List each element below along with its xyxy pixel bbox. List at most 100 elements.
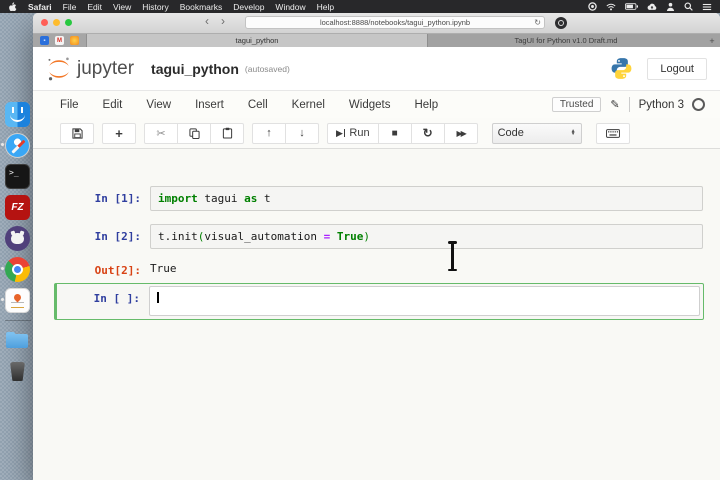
dock-item-chrome[interactable] [1,257,30,282]
cloud-icon[interactable] [647,3,657,11]
notification-center-icon[interactable] [702,3,712,11]
address-bar-url: localhost:8888/notebooks/tagui_python.ip… [319,18,471,27]
user-switch-icon[interactable] [666,2,675,11]
jupyter-brand[interactable]: jupyter [77,58,134,80]
menubar-item-develop[interactable]: Develop [233,2,264,12]
menu-cell[interactable]: Cell [248,99,268,111]
interrupt-kernel-button[interactable]: ■ [377,122,412,144]
close-window-button[interactable] [41,19,48,26]
command-palette-button[interactable] [595,122,630,144]
selected-empty-cell[interactable]: In [ ]: [54,283,704,320]
input-prompt: In [ ]: [93,292,140,305]
restart-icon: ↻ [422,126,433,140]
menu-edit[interactable]: Edit [103,99,123,111]
pinned-tabs: ▪ M [33,34,87,47]
dock-item-github[interactable] [5,226,30,251]
zoom-window-button[interactable] [65,19,72,26]
minimize-window-button[interactable] [53,19,60,26]
dock-item-finder[interactable] [5,102,30,127]
menubar-item-window[interactable]: Window [275,2,305,12]
back-button[interactable]: ‹ [205,14,209,28]
menubar-item-edit[interactable]: Edit [87,2,102,12]
menu-insert[interactable]: Insert [195,99,224,111]
copy-icon [188,127,200,139]
notebook-menubar: File Edit View Insert Cell Kernel Widget… [33,91,720,118]
extension-button[interactable] [555,17,567,29]
record-circle-icon[interactable] [588,2,597,11]
code-input-area[interactable]: import tagui as t [150,186,703,211]
cell-type-dropdown[interactable]: Code ▲ ▼ [491,122,582,144]
macos-menubar: Safari File Edit View History Bookmarks … [0,0,720,13]
new-tab-button[interactable]: + [704,34,720,47]
gmail-pinned-tab[interactable]: M [55,36,64,45]
logout-button[interactable]: Logout [647,57,707,80]
kernel-name[interactable]: Python 3 [639,99,684,111]
copy-cell-button[interactable] [177,122,211,144]
output-prompt: Out[2]: [94,264,141,277]
run-label: Run [349,127,370,139]
window-controls [41,19,72,26]
restart-run-all-button[interactable]: ▶▶ [443,122,478,144]
github-icon [5,226,30,251]
menubar-item-file[interactable]: File [63,2,77,12]
apple-menu[interactable] [8,1,17,13]
restart-kernel-button[interactable]: ↻ [410,122,445,144]
apple-icon [9,1,17,11]
notebook-header: jupyter tagui_python (autosaved) Logout [33,47,720,91]
safari-icon [5,133,30,158]
menubar-app-name[interactable]: Safari [28,2,52,12]
notebook-title[interactable]: tagui_python [151,61,239,77]
code-line: import tagui as t [158,192,271,205]
menubar-item-bookmarks[interactable]: Bookmarks [180,2,223,12]
dock-item-java-app[interactable] [1,288,30,313]
menu-view[interactable]: View [146,99,171,111]
move-cell-up-button[interactable]: ↑ [252,122,286,144]
tab-tagui-draft[interactable]: TagUI for Python v1.0 Draft.md [428,34,704,47]
code-line: t.init(visual_automation = True) [158,230,370,243]
save-button[interactable] [60,122,94,144]
menubar-item-help[interactable]: Help [317,2,334,12]
terminal-icon: >_ [5,164,30,189]
menu-help[interactable]: Help [414,99,438,111]
dock-item-applications-folder[interactable] [5,328,30,353]
trusted-badge: Trusted [551,97,602,112]
battery-icon[interactable] [625,3,638,10]
cut-cell-button[interactable]: ✂ [144,122,178,144]
keyboard-icon [605,128,620,138]
jupyter-logo-icon[interactable] [46,56,72,82]
wifi-icon[interactable] [606,3,616,11]
paste-icon [222,127,232,139]
filezilla-icon: FZ [5,195,30,220]
blue-app-pinned-tab[interactable]: ▪ [40,36,49,45]
run-cell-button[interactable]: ▶ Run [327,122,379,144]
arrow-up-icon: ↑ [266,127,272,139]
menubar-item-view[interactable]: View [113,2,131,12]
notebook-toolbar: + ✂ ↑ ↓ ▶ Run ■ ↻ ▶▶ Code ▲ ▼ [33,118,720,149]
save-icon [71,127,83,139]
paste-cell-button[interactable] [210,122,244,144]
python-logo-icon [611,58,632,79]
move-cell-down-button[interactable]: ↓ [285,122,319,144]
reload-icon[interactable]: ↻ [534,18,541,27]
address-bar[interactable]: localhost:8888/notebooks/tagui_python.ip… [245,16,545,29]
input-prompt: In [1]: [94,192,141,205]
spotlight-search-icon[interactable] [684,2,693,11]
menu-file[interactable]: File [60,99,79,111]
forward-button[interactable]: › [221,14,225,28]
cell-type-value: Code [497,127,524,139]
dock-item-safari[interactable] [1,133,30,158]
scissors-icon: ✂ [156,127,166,140]
applications-folder-icon [5,328,30,353]
arrow-down-icon: ↓ [299,127,305,139]
menubar-item-history[interactable]: History [142,2,168,12]
tab-tagui-python[interactable]: tagui_python [87,34,428,47]
add-cell-button[interactable]: + [102,122,136,144]
menu-widgets[interactable]: Widgets [349,99,391,111]
code-input-area[interactable]: t.init(visual_automation = True) [150,224,703,249]
dock-item-trash[interactable] [5,359,30,384]
orange-app-pinned-tab[interactable] [70,36,79,45]
dock-item-filezilla[interactable]: FZ [5,195,30,220]
menu-kernel[interactable]: Kernel [292,99,325,111]
dock-item-terminal[interactable]: >_ [5,164,30,189]
code-input-area[interactable] [149,286,700,316]
